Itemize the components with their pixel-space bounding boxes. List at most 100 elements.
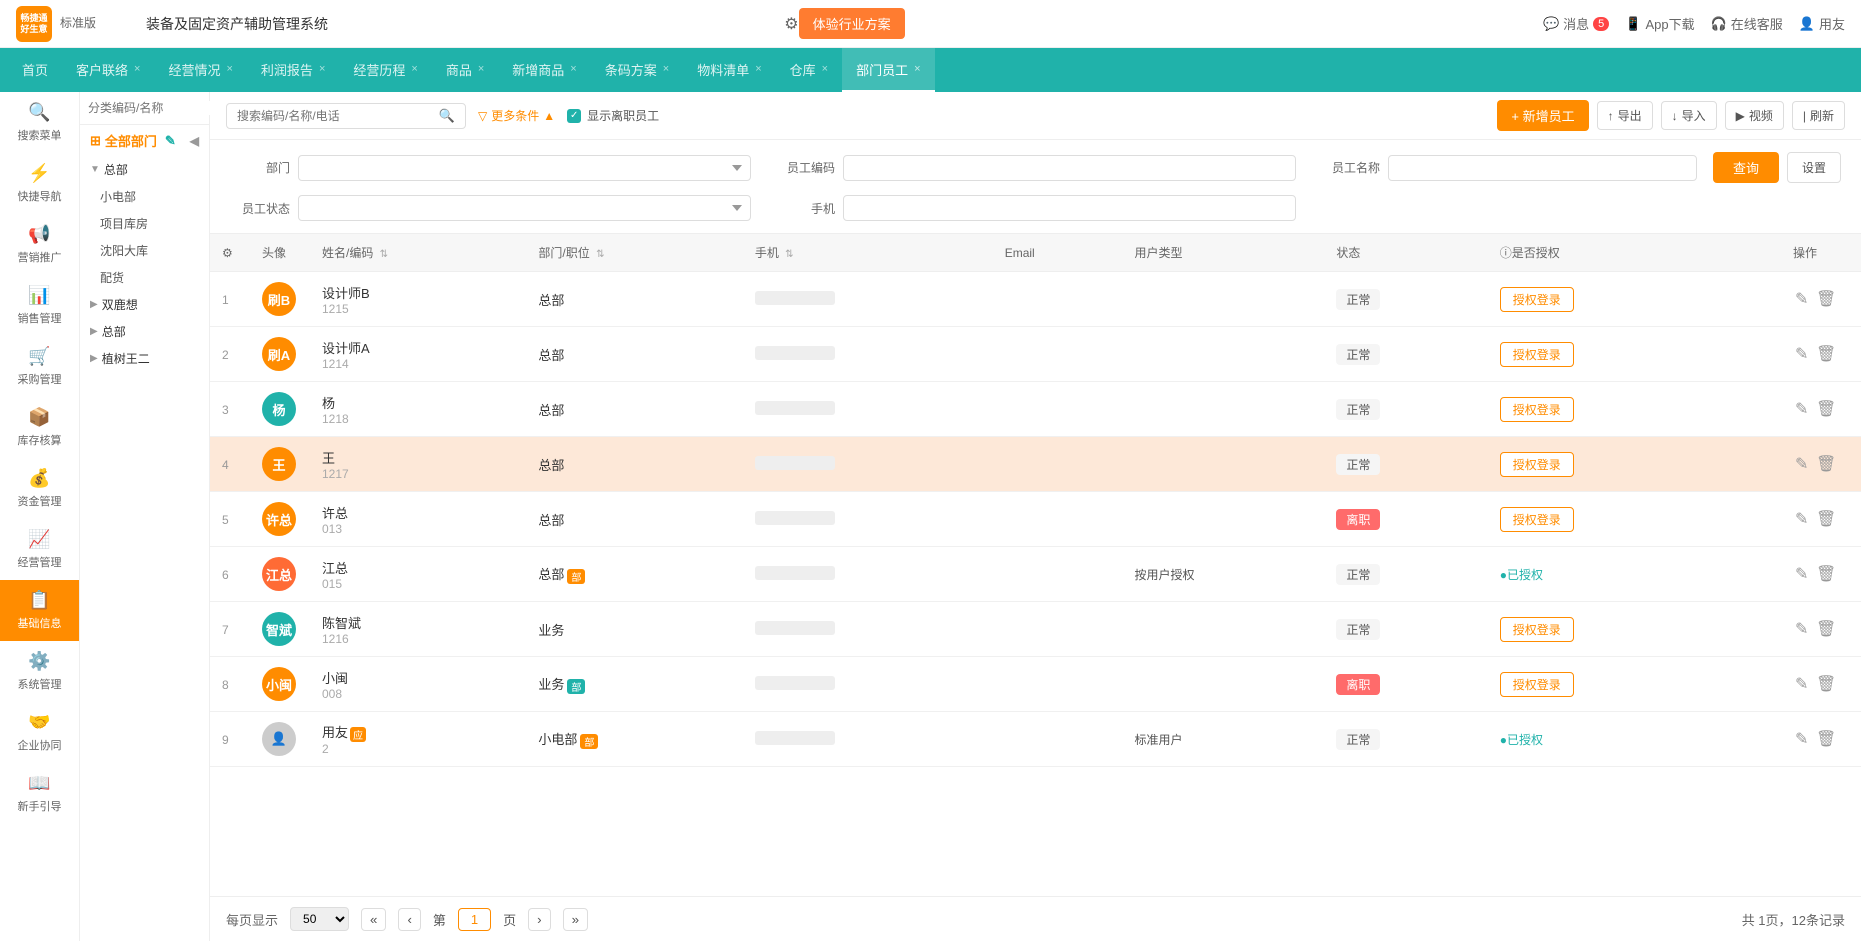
nav-tab-仓库[interactable]: 仓库×: [776, 48, 842, 92]
try-btn[interactable]: 体验行业方案: [799, 8, 905, 39]
tab-close-icon[interactable]: ×: [411, 63, 417, 75]
tab-close-icon[interactable]: ×: [570, 63, 576, 75]
show-departed-toggle[interactable]: ✓ 显示离职员工: [567, 107, 659, 124]
filter-name-input[interactable]: [1388, 155, 1697, 181]
dept-item-配货[interactable]: 配货: [80, 264, 209, 291]
tab-close-icon[interactable]: ×: [134, 63, 140, 75]
left-nav-item-采购管理[interactable]: 🛒采购管理: [0, 336, 79, 397]
edit-btn[interactable]: ✎: [1793, 672, 1810, 696]
nav-tab-条码方案[interactable]: 条码方案×: [591, 48, 683, 92]
dept-group-title-双鹿想[interactable]: ▶ 双鹿想: [80, 291, 209, 318]
edit-btn[interactable]: ✎: [1793, 397, 1810, 421]
more-filter-btn[interactable]: ▽ 更多条件 ▲: [478, 107, 555, 124]
add-employee-btn[interactable]: + 新增员工: [1497, 100, 1588, 131]
edit-btn[interactable]: ✎: [1793, 342, 1810, 366]
all-dept-btn[interactable]: ⊞ 全部部门 ✎ ◀: [80, 125, 209, 156]
delete-btn[interactable]: 🗑: [1814, 397, 1838, 421]
th-name[interactable]: 姓名/编码 ⇅: [310, 234, 526, 272]
search-input[interactable]: [237, 109, 433, 123]
edit-btn[interactable]: ✎: [1793, 452, 1810, 476]
delete-btn[interactable]: 🗑: [1814, 507, 1838, 531]
last-page-btn[interactable]: »: [563, 908, 588, 931]
auth-btn[interactable]: 授权登录: [1500, 617, 1574, 642]
edit-btn[interactable]: ✎: [1793, 617, 1810, 641]
th-phone[interactable]: 手机 ⇅: [743, 234, 993, 272]
left-nav-item-库存核算[interactable]: 📦库存核算: [0, 397, 79, 458]
filter-dept-select[interactable]: [298, 155, 751, 181]
departed-checkbox[interactable]: ✓: [567, 109, 581, 123]
delete-btn[interactable]: 🗑: [1814, 452, 1838, 476]
dept-item-沈阳大库[interactable]: 沈阳大库: [80, 237, 209, 264]
auth-btn[interactable]: 授权登录: [1500, 452, 1574, 477]
user-btn[interactable]: 👤 用友: [1799, 14, 1845, 33]
left-nav-item-销售管理[interactable]: 📊销售管理: [0, 275, 79, 336]
delete-btn[interactable]: 🗑: [1814, 727, 1838, 751]
first-page-btn[interactable]: «: [361, 908, 386, 931]
dept-group-title-植树王二[interactable]: ▶ 植树王二: [80, 345, 209, 372]
delete-btn[interactable]: 🗑: [1814, 342, 1838, 366]
delete-btn[interactable]: 🗑: [1814, 287, 1838, 311]
prev-page-btn[interactable]: ‹: [398, 908, 420, 931]
service-btn[interactable]: 🎧 在线客服: [1711, 14, 1783, 33]
dept-collapse-icon[interactable]: ◀: [190, 134, 199, 148]
tab-close-icon[interactable]: ×: [226, 63, 232, 75]
filter-settings-btn[interactable]: 设置: [1787, 152, 1841, 183]
edit-btn[interactable]: ✎: [1793, 727, 1810, 751]
import-btn[interactable]: ↓ 导入: [1661, 101, 1717, 130]
nav-tab-首页[interactable]: 首页: [8, 48, 62, 92]
dept-group-title-总部[interactable]: ▼ 总部: [80, 156, 209, 183]
left-nav-item-资金管理[interactable]: 💰资金管理: [0, 458, 79, 519]
left-nav-item-系统管理[interactable]: ⚙️系统管理: [0, 641, 79, 702]
left-nav-item-新手引导[interactable]: 📖新手引导: [0, 763, 79, 824]
left-nav-item-快捷导航[interactable]: ⚡快捷导航: [0, 153, 79, 214]
edit-btn[interactable]: ✎: [1793, 287, 1810, 311]
nav-tab-商品[interactable]: 商品×: [432, 48, 498, 92]
filter-phone-input[interactable]: [843, 195, 1296, 221]
nav-tab-利润报告[interactable]: 利润报告×: [247, 48, 339, 92]
dept-edit-icon[interactable]: ✎: [165, 133, 176, 149]
export-btn[interactable]: ↑ 导出: [1597, 101, 1653, 130]
nav-tab-经营历程[interactable]: 经营历程×: [339, 48, 431, 92]
tab-close-icon[interactable]: ×: [914, 63, 920, 75]
tab-close-icon[interactable]: ×: [755, 63, 761, 75]
edit-btn[interactable]: ✎: [1793, 507, 1810, 531]
query-btn[interactable]: 查询: [1713, 152, 1779, 183]
th-dept[interactable]: 部门/职位 ⇅: [526, 234, 742, 272]
message-btn[interactable]: 💬 消息 5: [1543, 14, 1609, 33]
dept-group-title-总部[interactable]: ▶ 总部: [80, 318, 209, 345]
auth-btn[interactable]: 授权登录: [1500, 507, 1574, 532]
app-download-btn[interactable]: 📱 App下载: [1625, 14, 1694, 33]
tab-close-icon[interactable]: ×: [478, 63, 484, 75]
auth-btn[interactable]: 授权登录: [1500, 287, 1574, 312]
view-btn[interactable]: ▶ 视频: [1725, 101, 1784, 130]
filter-code-input[interactable]: [843, 155, 1296, 181]
print-btn[interactable]: | 刷新: [1792, 101, 1845, 130]
left-nav-item-企业协同[interactable]: 🤝企业协同: [0, 702, 79, 763]
auth-btn[interactable]: 授权登录: [1500, 672, 1574, 697]
nav-tab-部门员工[interactable]: 部门员工×: [842, 48, 934, 92]
delete-btn[interactable]: 🗑: [1814, 562, 1838, 586]
search-icon[interactable]: 🔍: [439, 108, 455, 124]
nav-tab-物料清单[interactable]: 物料清单×: [683, 48, 775, 92]
dept-item-小电部[interactable]: 小电部: [80, 183, 209, 210]
next-page-btn[interactable]: ›: [528, 908, 550, 931]
auth-btn[interactable]: 授权登录: [1500, 397, 1574, 422]
nav-tab-客户联络[interactable]: 客户联络×: [62, 48, 154, 92]
tab-close-icon[interactable]: ×: [663, 63, 669, 75]
dept-item-项目库房[interactable]: 项目库房: [80, 210, 209, 237]
settings-icon[interactable]: ⚙: [222, 246, 233, 260]
nav-tab-新增商品[interactable]: 新增商品×: [498, 48, 590, 92]
edit-btn[interactable]: ✎: [1793, 562, 1810, 586]
left-nav-item-基础信息[interactable]: 📋基础信息: [0, 580, 79, 641]
settings-icon[interactable]: ⚙: [784, 14, 798, 34]
page-size-select[interactable]: 50 100: [290, 907, 349, 931]
tab-close-icon[interactable]: ×: [319, 63, 325, 75]
left-nav-item-搜索菜单[interactable]: 🔍搜索菜单: [0, 92, 79, 153]
filter-status-select[interactable]: [298, 195, 751, 221]
left-nav-item-经营管理[interactable]: 📈经营管理: [0, 519, 79, 580]
tab-close-icon[interactable]: ×: [822, 63, 828, 75]
auth-btn[interactable]: 授权登录: [1500, 342, 1574, 367]
left-nav-item-营销推广[interactable]: 📢营销推广: [0, 214, 79, 275]
delete-btn[interactable]: 🗑: [1814, 617, 1838, 641]
page-current[interactable]: 1: [458, 908, 491, 931]
